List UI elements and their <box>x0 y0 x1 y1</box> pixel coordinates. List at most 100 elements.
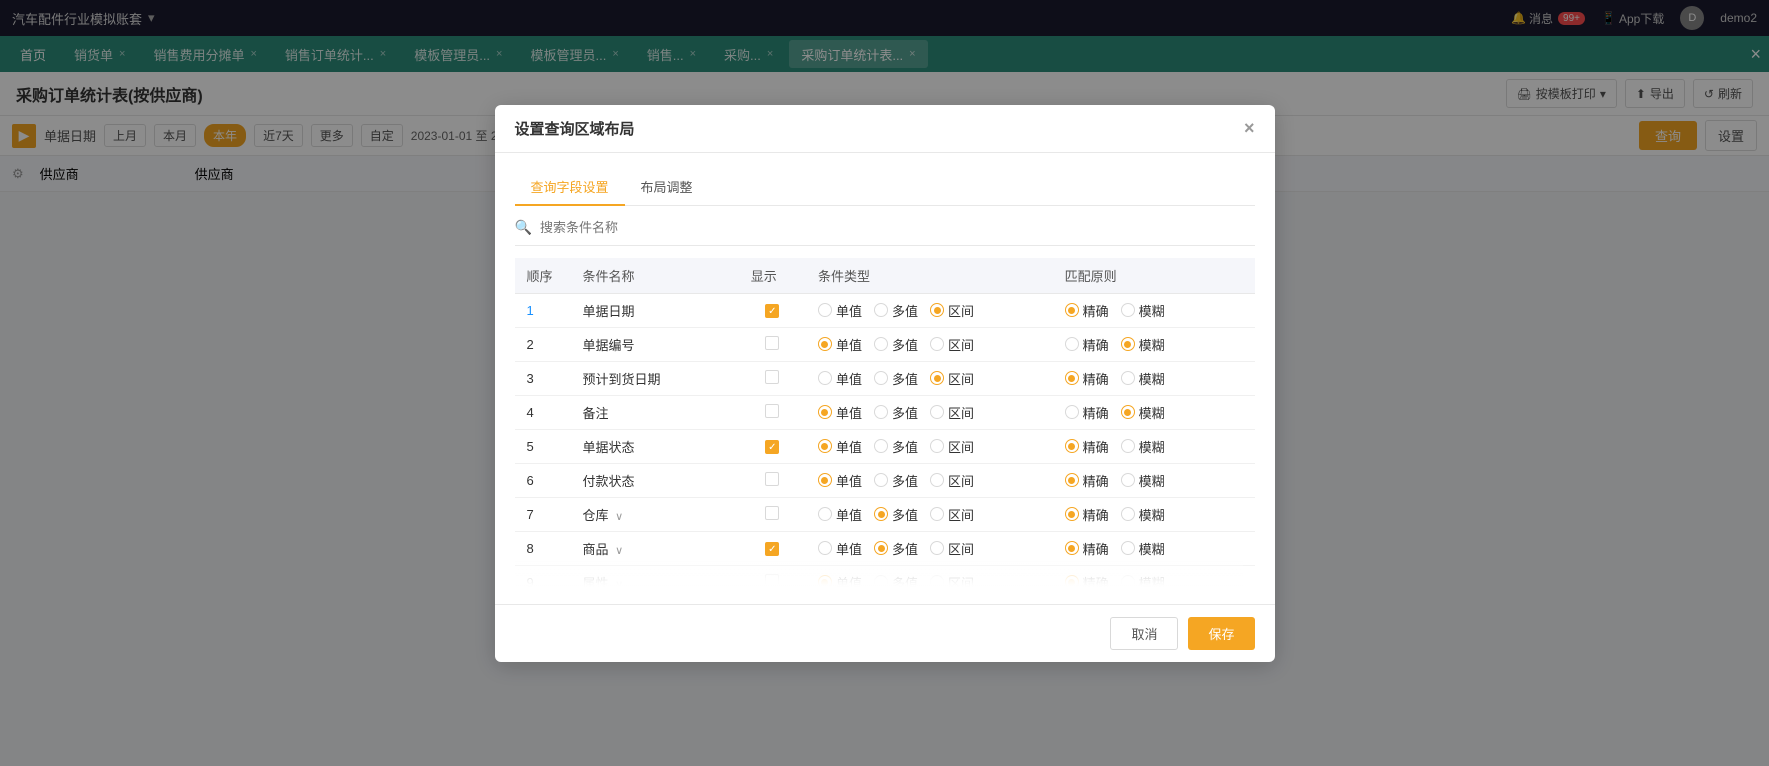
tab-layout-adjust[interactable]: 布局调整 <box>625 169 709 206</box>
row2-fuzzy[interactable]: 模糊 <box>1121 335 1165 354</box>
cancel-btn[interactable]: 取消 <box>1110 617 1178 650</box>
row9-fuzzy[interactable]: 模糊 <box>1121 573 1165 588</box>
row3-name: 预计到货日期 <box>571 361 739 395</box>
row6-show[interactable] <box>739 463 806 497</box>
row8-multi-radio <box>874 541 888 555</box>
row5-show[interactable]: ✓ <box>739 429 806 463</box>
row8-match-group: 精确 模糊 <box>1065 539 1243 558</box>
row7-single[interactable]: 单值 <box>818 505 862 524</box>
row2-fuzzy-radio <box>1121 337 1135 351</box>
row6-multi-radio <box>874 473 888 487</box>
save-btn[interactable]: 保存 <box>1188 617 1254 650</box>
row1-exact[interactable]: 精确 <box>1065 301 1109 320</box>
row3-show-checkbox[interactable] <box>765 370 779 384</box>
row9-expand-icon[interactable]: ∨ <box>615 579 623 588</box>
row8-multi[interactable]: 多值 <box>874 539 918 558</box>
row7-expand-icon[interactable]: ∨ <box>615 511 623 523</box>
row9-multi[interactable]: 多值 <box>874 573 918 588</box>
dialog-search-input[interactable] <box>532 218 732 237</box>
row3-exact[interactable]: 精确 <box>1065 369 1109 388</box>
row4-range[interactable]: 区间 <box>930 403 974 422</box>
row1-single[interactable]: 单值 <box>818 301 862 320</box>
row9-match-group: 精确 模糊 <box>1065 573 1243 588</box>
table-row: 4 备注 单值 多值 区间 <box>515 395 1255 429</box>
row9-range[interactable]: 区间 <box>930 573 974 588</box>
row8-exact[interactable]: 精确 <box>1065 539 1109 558</box>
row3-range[interactable]: 区间 <box>930 369 974 388</box>
row4-multi[interactable]: 多值 <box>874 403 918 422</box>
row7-exact[interactable]: 精确 <box>1065 505 1109 524</box>
dialog-table-wrapper: 顺序 条件名称 显示 条件类型 匹配原则 1 单据日期 <box>515 258 1255 588</box>
row3-exact-radio <box>1065 371 1079 385</box>
row3-single[interactable]: 单值 <box>818 369 862 388</box>
row3-single-radio <box>818 371 832 385</box>
tab-field-settings[interactable]: 查询字段设置 <box>515 169 625 206</box>
row7-show[interactable] <box>739 497 806 531</box>
row9-single[interactable]: 单值 <box>818 573 862 588</box>
table-row: 1 单据日期 ✓ 单值 多值 区间 <box>515 293 1255 327</box>
row5-exact[interactable]: 精确 <box>1065 437 1109 456</box>
row6-show-checkbox[interactable] <box>765 472 779 486</box>
row8-fuzzy[interactable]: 模糊 <box>1121 539 1165 558</box>
row8-show-checkbox[interactable]: ✓ <box>765 542 779 556</box>
row2-multi[interactable]: 多值 <box>874 335 918 354</box>
row6-multi[interactable]: 多值 <box>874 471 918 490</box>
table-row: 9 属性 ∨ 单值 多值 区间 <box>515 565 1255 588</box>
row5-show-checkbox[interactable]: ✓ <box>765 440 779 454</box>
row5-fuzzy[interactable]: 模糊 <box>1121 437 1165 456</box>
row7-range[interactable]: 区间 <box>930 505 974 524</box>
row7-fuzzy[interactable]: 模糊 <box>1121 505 1165 524</box>
row6-seq: 6 <box>515 463 571 497</box>
dialog-body: 查询字段设置 布局调整 🔍 顺序 条件名称 <box>495 153 1275 604</box>
row1-range[interactable]: 区间 <box>930 301 974 320</box>
row7-seq: 7 <box>515 497 571 531</box>
row2-show[interactable] <box>739 327 806 361</box>
row4-fuzzy[interactable]: 模糊 <box>1121 403 1165 422</box>
row3-show[interactable] <box>739 361 806 395</box>
row2-show-checkbox[interactable] <box>765 336 779 350</box>
row8-range[interactable]: 区间 <box>930 539 974 558</box>
row9-type: 单值 多值 区间 <box>806 565 1053 588</box>
row1-multi[interactable]: 多值 <box>874 301 918 320</box>
dialog-table-scroll[interactable]: 顺序 条件名称 显示 条件类型 匹配原则 1 单据日期 <box>515 258 1255 588</box>
dialog-header: 设置查询区域布局 × <box>495 105 1275 153</box>
row7-show-checkbox[interactable] <box>765 506 779 520</box>
row2-exact[interactable]: 精确 <box>1065 335 1109 354</box>
row3-multi[interactable]: 多值 <box>874 369 918 388</box>
row1-fuzzy[interactable]: 模糊 <box>1121 301 1165 320</box>
row8-expand-icon[interactable]: ∨ <box>615 545 623 557</box>
row4-single[interactable]: 单值 <box>818 403 862 422</box>
row9-name: 属性 ∨ <box>571 565 739 588</box>
row9-exact[interactable]: 精确 <box>1065 573 1109 588</box>
row1-match-group: 精确 模糊 <box>1065 301 1243 320</box>
row6-fuzzy[interactable]: 模糊 <box>1121 471 1165 490</box>
row1-type-group: 单值 多值 区间 <box>818 301 1041 320</box>
row6-single[interactable]: 单值 <box>818 471 862 490</box>
conditions-table: 顺序 条件名称 显示 条件类型 匹配原则 1 单据日期 <box>515 258 1255 588</box>
row4-show[interactable] <box>739 395 806 429</box>
row8-show[interactable]: ✓ <box>739 531 806 565</box>
row4-show-checkbox[interactable] <box>765 404 779 418</box>
row9-show[interactable] <box>739 565 806 588</box>
row8-match: 精确 模糊 <box>1053 531 1255 565</box>
row5-single[interactable]: 单值 <box>818 437 862 456</box>
row6-type: 单值 多值 区间 <box>806 463 1053 497</box>
row6-exact[interactable]: 精确 <box>1065 471 1109 490</box>
dialog-close-btn[interactable]: × <box>1244 118 1255 139</box>
row5-multi[interactable]: 多值 <box>874 437 918 456</box>
row8-single-radio <box>818 541 832 555</box>
row4-exact[interactable]: 精确 <box>1065 403 1109 422</box>
row1-show-checkbox[interactable]: ✓ <box>765 304 779 318</box>
row9-show-checkbox[interactable] <box>765 574 779 588</box>
row8-single[interactable]: 单值 <box>818 539 862 558</box>
row4-range-radio <box>930 405 944 419</box>
row1-show[interactable]: ✓ <box>739 293 806 327</box>
row4-multi-radio <box>874 405 888 419</box>
row6-range[interactable]: 区间 <box>930 471 974 490</box>
row7-multi[interactable]: 多值 <box>874 505 918 524</box>
row3-fuzzy[interactable]: 模糊 <box>1121 369 1165 388</box>
row2-name: 单据编号 <box>571 327 739 361</box>
row5-range[interactable]: 区间 <box>930 437 974 456</box>
row2-range[interactable]: 区间 <box>930 335 974 354</box>
row2-single[interactable]: 单值 <box>818 335 862 354</box>
